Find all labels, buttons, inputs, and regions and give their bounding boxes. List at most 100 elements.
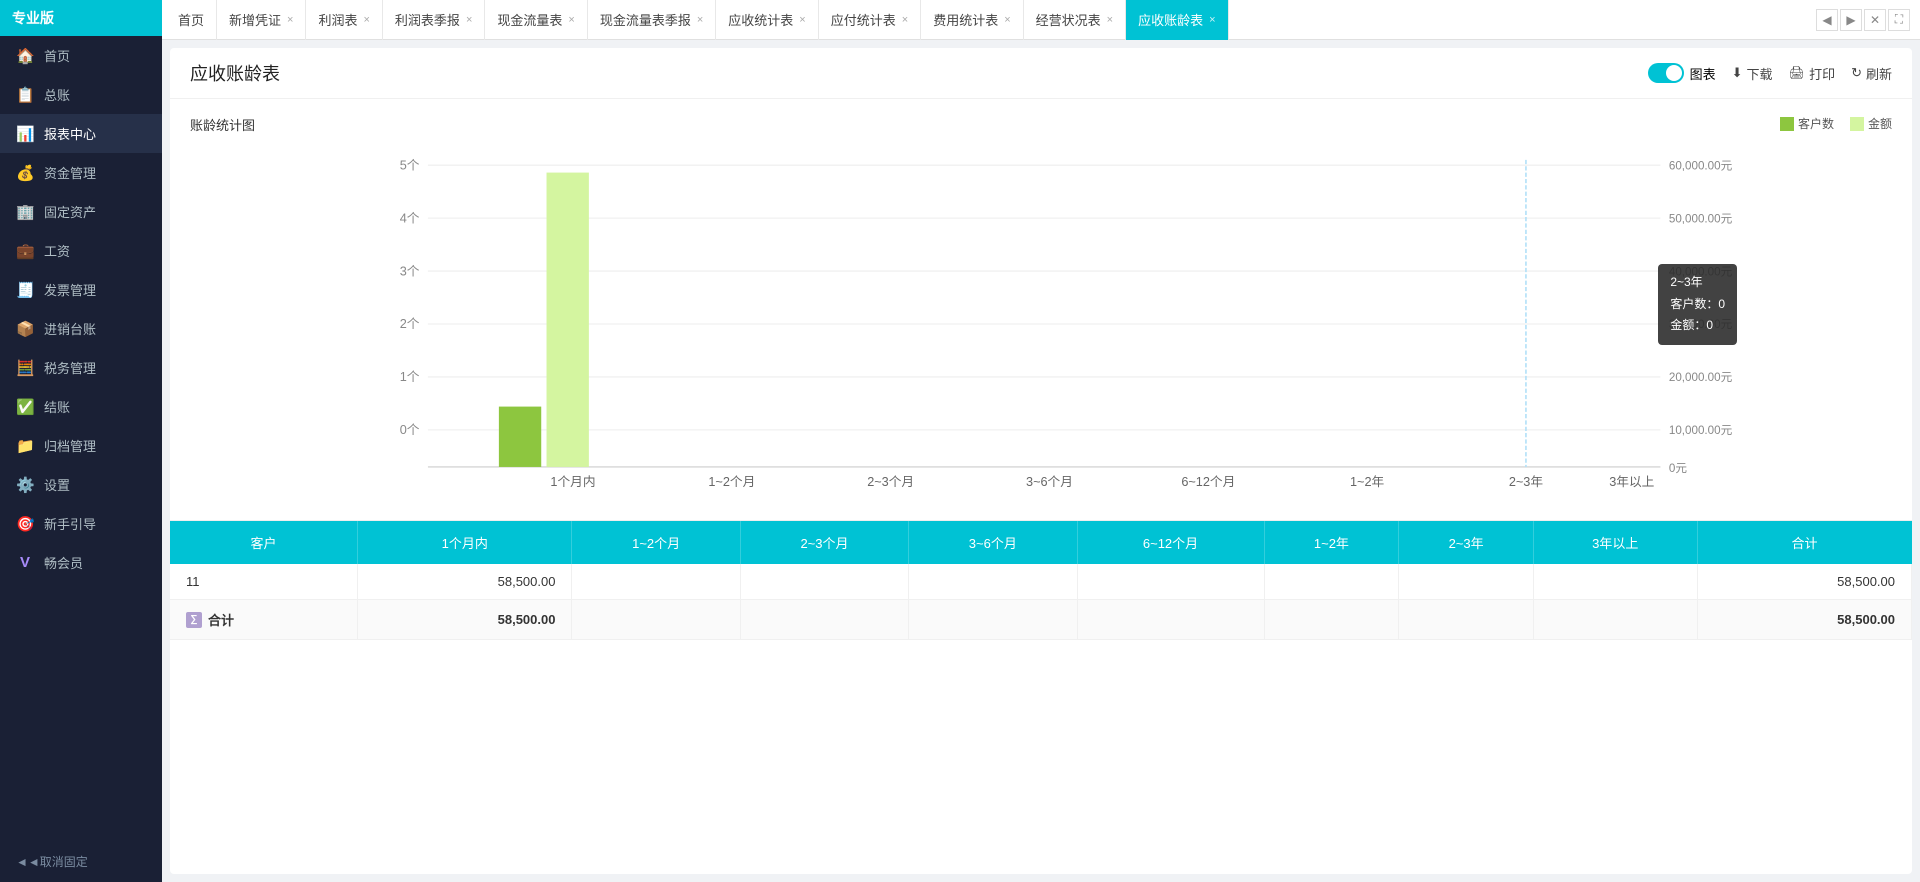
tab-home-label: 首页 — [178, 10, 204, 29]
cell-y3plus — [1533, 564, 1697, 600]
sidebar-item-invoice[interactable]: 🧾 发票管理 — [0, 270, 162, 309]
legend-amount-color — [1850, 117, 1864, 131]
page-title: 应收账龄表 — [190, 60, 280, 86]
tab-ar-stat-close[interactable]: × — [799, 14, 805, 26]
toggle-label: 图表 — [1690, 64, 1716, 83]
svg-text:60,000.00元: 60,000.00元 — [1669, 159, 1733, 172]
svg-text:1~2个月: 1~2个月 — [708, 475, 755, 489]
data-table-container: 客户 1个月内 1~2个月 2~3个月 3~6个月 6~12个月 1~2年 2~… — [170, 521, 1912, 640]
tab-profit-label: 利润表 — [318, 10, 357, 29]
tab-operation-stat-label: 经营状况表 — [1036, 10, 1101, 29]
report-icon: 📊 — [16, 125, 34, 143]
total-total: 58,500.00 — [1697, 600, 1911, 640]
sidebar-item-tax[interactable]: 🧮 税务管理 — [0, 348, 162, 387]
chart-toggle[interactable]: 图表 — [1648, 63, 1716, 83]
tab-ar-stat[interactable]: 应收统计表 × — [716, 0, 818, 40]
tab-profit-close[interactable]: × — [363, 14, 369, 26]
tab-voucher-close[interactable]: × — [287, 14, 293, 26]
app-logo: 专业版 — [0, 0, 162, 36]
sidebar-item-report[interactable]: 📊 报表中心 — [0, 114, 162, 153]
total-text: 合计 — [208, 610, 234, 629]
print-button[interactable]: 🖨 打印 — [1789, 64, 1836, 83]
svg-text:2~3年: 2~3年 — [1509, 475, 1544, 489]
tab-profit[interactable]: 利润表 × — [306, 0, 382, 40]
tab-operation-stat-close[interactable]: × — [1107, 14, 1113, 26]
sidebar-label-settings: 设置 — [44, 475, 70, 494]
sidebar-item-stock[interactable]: 📦 进销台账 — [0, 309, 162, 348]
svg-text:1个月内: 1个月内 — [550, 475, 595, 489]
tab-ap-stat-label: 应付统计表 — [831, 10, 896, 29]
tab-fullscreen[interactable]: ⛶ — [1888, 9, 1910, 31]
tab-ar-aging[interactable]: 应收账龄表 × — [1126, 0, 1228, 40]
sidebar-item-capital[interactable]: 💰 资金管理 — [0, 153, 162, 192]
tab-cashflow-quarter[interactable]: 现金流量表季报 × — [588, 0, 716, 40]
cell-total: 58,500.00 — [1697, 564, 1911, 600]
total-m3-6 — [909, 600, 1077, 640]
tab-ap-stat[interactable]: 应付统计表 × — [819, 0, 921, 40]
legend-amount-label: 金额 — [1868, 115, 1892, 132]
legend-customer-count: 客户数 — [1780, 115, 1834, 132]
col-header-y2-3: 2~3年 — [1399, 521, 1534, 564]
svg-text:20,000.00元: 20,000.00元 — [1669, 371, 1733, 384]
sidebar-item-settings[interactable]: ⚙️ 设置 — [0, 465, 162, 504]
tab-scroll-right[interactable]: ▶ — [1840, 9, 1862, 31]
col-header-m1-2: 1~2个月 — [572, 521, 740, 564]
sidebar-item-salary[interactable]: 💼 工资 — [0, 231, 162, 270]
toggle-switch-control[interactable] — [1648, 63, 1684, 83]
tab-voucher[interactable]: 新增凭证 × — [217, 0, 306, 40]
refresh-button[interactable]: ↻ 刷新 — [1851, 64, 1892, 83]
sidebar-label-capital: 资金管理 — [44, 163, 96, 182]
col-header-customer: 客户 — [170, 521, 358, 564]
col-header-m1: 1个月内 — [358, 521, 572, 564]
sidebar-label-ledger: 总账 — [44, 85, 70, 104]
checkout-icon: ✅ — [16, 398, 34, 416]
sidebar-item-home[interactable]: 🏠 首页 — [0, 36, 162, 75]
svg-text:3年以上: 3年以上 — [1609, 475, 1654, 489]
total-y3plus — [1533, 600, 1697, 640]
tab-cashflow[interactable]: 现金流量表 × — [485, 0, 587, 40]
tab-cashflow-quarter-close[interactable]: × — [697, 14, 703, 26]
tab-ap-stat-close[interactable]: × — [902, 14, 908, 26]
tab-expense-stat[interactable]: 费用统计表 × — [921, 0, 1023, 40]
chart-area: 账龄统计图 客户数 金额 5个 4个 3个 2个 1个 — [170, 99, 1912, 521]
svg-text:50,000.00元: 50,000.00元 — [1669, 212, 1733, 225]
sidebar-item-guide[interactable]: 🎯 新手引导 — [0, 504, 162, 543]
sidebar-label-assets: 固定资产 — [44, 202, 96, 221]
tab-scroll-left[interactable]: ◀ — [1816, 9, 1838, 31]
page-header: 应收账龄表 图表 ⬇ 下载 🖨 打印 ↻ 刷新 — [170, 48, 1912, 99]
tab-ar-aging-close[interactable]: × — [1209, 14, 1215, 26]
col-header-m3-6: 3~6个月 — [909, 521, 1077, 564]
sidebar-item-assets[interactable]: 🏢 固定资产 — [0, 192, 162, 231]
tab-close-all[interactable]: ✕ — [1864, 9, 1886, 31]
svg-text:0个: 0个 — [400, 423, 420, 437]
tab-operation-stat[interactable]: 经营状况表 × — [1024, 0, 1126, 40]
cell-y1-2 — [1264, 564, 1399, 600]
sidebar-label-checkout: 结账 — [44, 397, 70, 416]
tab-expense-stat-close[interactable]: × — [1004, 14, 1010, 26]
tab-cashflow-close[interactable]: × — [568, 14, 574, 26]
svg-text:0元: 0元 — [1669, 462, 1687, 475]
sidebar-item-vip[interactable]: V 畅会员 — [0, 543, 162, 582]
chart-container: 5个 4个 3个 2个 1个 0个 60,000.00元 50,000.00元 … — [190, 144, 1892, 504]
sidebar-label-home: 首页 — [44, 46, 70, 65]
sidebar-label-guide: 新手引导 — [44, 514, 96, 533]
sidebar-item-archive[interactable]: 📁 归档管理 — [0, 426, 162, 465]
salary-icon: 💼 — [16, 242, 34, 260]
collapse-sidebar-button[interactable]: ◄◄取消固定 — [0, 841, 162, 882]
svg-text:5个: 5个 — [400, 158, 420, 172]
cell-m6-12 — [1077, 564, 1264, 600]
stock-icon: 📦 — [16, 320, 34, 338]
sidebar-item-checkout[interactable]: ✅ 结账 — [0, 387, 162, 426]
svg-text:40,000.00元: 40,000.00元 — [1669, 265, 1733, 278]
svg-text:30,000.00元: 30,000.00元 — [1669, 318, 1733, 331]
tab-profit-quarter-close[interactable]: × — [466, 14, 472, 26]
svg-text:2~3个月: 2~3个月 — [867, 475, 914, 489]
total-label-cell: ∑ 合计 — [170, 600, 358, 640]
sidebar-label-tax: 税务管理 — [44, 358, 96, 377]
sidebar-item-ledger[interactable]: 📋 总账 — [0, 75, 162, 114]
tab-home[interactable]: 首页 — [166, 0, 217, 40]
chart-svg: 5个 4个 3个 2个 1个 0个 60,000.00元 50,000.00元 … — [190, 144, 1892, 504]
print-icon: 🖨 — [1789, 65, 1806, 81]
tab-profit-quarter[interactable]: 利润表季报 × — [383, 0, 485, 40]
download-button[interactable]: ⬇ 下载 — [1732, 64, 1773, 83]
